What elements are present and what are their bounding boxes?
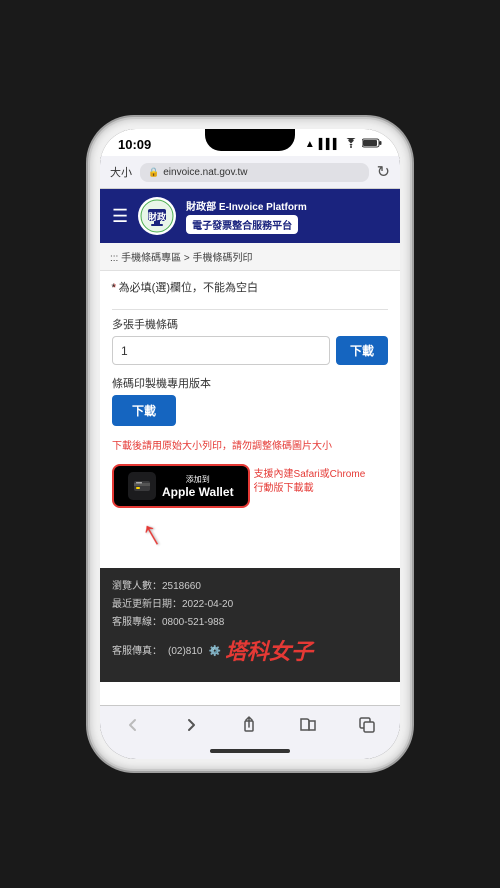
multi-input[interactable]	[112, 336, 330, 365]
site-footer: 瀏覽人數：2518660 最近更新日期：2022-04-20 客服專線：0800…	[100, 568, 400, 682]
wifi-icon	[344, 138, 358, 151]
site-title-en: 財政部 E-Invoice Platform	[186, 198, 388, 213]
nav-back-btn[interactable]	[117, 715, 149, 740]
page-content: ::: 手機條碼專區 > 手機條碼列印 * * 為必填(選)欄位，不能為空白 多…	[100, 243, 400, 705]
svg-text:財政: 財政	[147, 211, 167, 222]
red-arrow-icon: ↑	[133, 510, 170, 555]
site-logo: 財政	[138, 197, 176, 235]
watermark-text: 塔科女子	[225, 632, 313, 672]
footer-phone: 客服專線：0800-521-988	[112, 614, 388, 632]
footer-update: 最近更新日期：2022-04-20	[112, 596, 388, 614]
nav-forward-btn[interactable]	[175, 715, 207, 740]
breadcrumb: ::: 手機條碼專區 > 手機條碼列印	[100, 243, 400, 271]
watermark-emoji: ⚙️	[208, 643, 220, 661]
wallet-add-text: 添加到	[162, 474, 234, 485]
wallet-apple-text: Apple Wallet	[162, 485, 234, 499]
required-note: * * 為必填(選)欄位，不能為空白	[100, 271, 400, 303]
signal-icon: ▌▌▌	[319, 139, 340, 150]
status-icons: ▲ ▌▌▌	[305, 138, 382, 151]
browser-nav	[100, 705, 400, 745]
battery-icon	[362, 138, 382, 151]
reload-icon[interactable]: ↻	[377, 162, 390, 182]
suffix-text: 支援內建Safari或Chrome行動版下載載	[254, 464, 374, 496]
browser-url-bar[interactable]: 🔒 einvoice.nat.gov.tw	[140, 163, 369, 182]
divider-1	[112, 309, 388, 310]
phone-screen: 10:09 ▲ ▌▌▌	[100, 129, 400, 759]
browser-size-label: 大小	[110, 164, 132, 180]
download-note: 下載後請用原始大小列印，請勿調整條碼圖片大小	[112, 440, 388, 454]
home-indicator	[100, 745, 400, 759]
required-text: * 為必填(選)欄位，不能為空白	[111, 282, 258, 294]
browser-url: einvoice.nat.gov.tw	[163, 167, 247, 178]
site-title-block: 財政部 E-Invoice Platform 電子發票整合服務平台	[186, 198, 388, 234]
wallet-text-block: 添加到 Apple Wallet	[162, 474, 234, 499]
footer-fax: 客服傳真：(02)810 ⚙️ 塔科女子	[112, 632, 388, 672]
status-time: 10:09	[118, 137, 151, 152]
phone-frame: 10:09 ▲ ▌▌▌	[90, 119, 410, 769]
nav-tabs-btn[interactable]	[351, 715, 383, 740]
watermark: ⚙️ 塔科女子	[208, 632, 312, 672]
nav-share-btn[interactable]	[233, 714, 265, 741]
nav-books-btn[interactable]	[291, 715, 325, 740]
multi-label: 多張手機條碼	[112, 316, 388, 332]
download-btn-1[interactable]: 下載	[336, 336, 388, 365]
apple-wallet-button[interactable]: 添加到 Apple Wallet	[112, 464, 250, 508]
apple-wallet-icon	[128, 472, 156, 500]
hamburger-menu[interactable]: ☰	[112, 206, 128, 227]
footer-visitors: 瀏覽人數：2518660	[112, 578, 388, 596]
printer-label: 條碼印製機專用版本	[112, 375, 388, 391]
printer-download-btn[interactable]: 下載	[112, 395, 176, 426]
form-section: 多張手機條碼 下載 條碼印製機專用版本 下載 下載後請用原始大小列印，請勿調整條…	[100, 316, 400, 568]
lock-icon: 🔒	[148, 167, 159, 178]
arrow-overlay: ↑	[112, 512, 388, 554]
location-icon: ▲	[305, 139, 315, 150]
browser-bar: 大小 🔒 einvoice.nat.gov.tw ↻	[100, 156, 400, 189]
site-title-zh: 電子發票整合服務平台	[186, 215, 298, 234]
site-header: ☰ 財政 財政部 E-Invoice Platform 電子發票整合服務平台	[100, 189, 400, 243]
home-bar	[210, 749, 290, 753]
multi-input-row: 下載	[112, 336, 388, 365]
notch	[205, 129, 295, 151]
